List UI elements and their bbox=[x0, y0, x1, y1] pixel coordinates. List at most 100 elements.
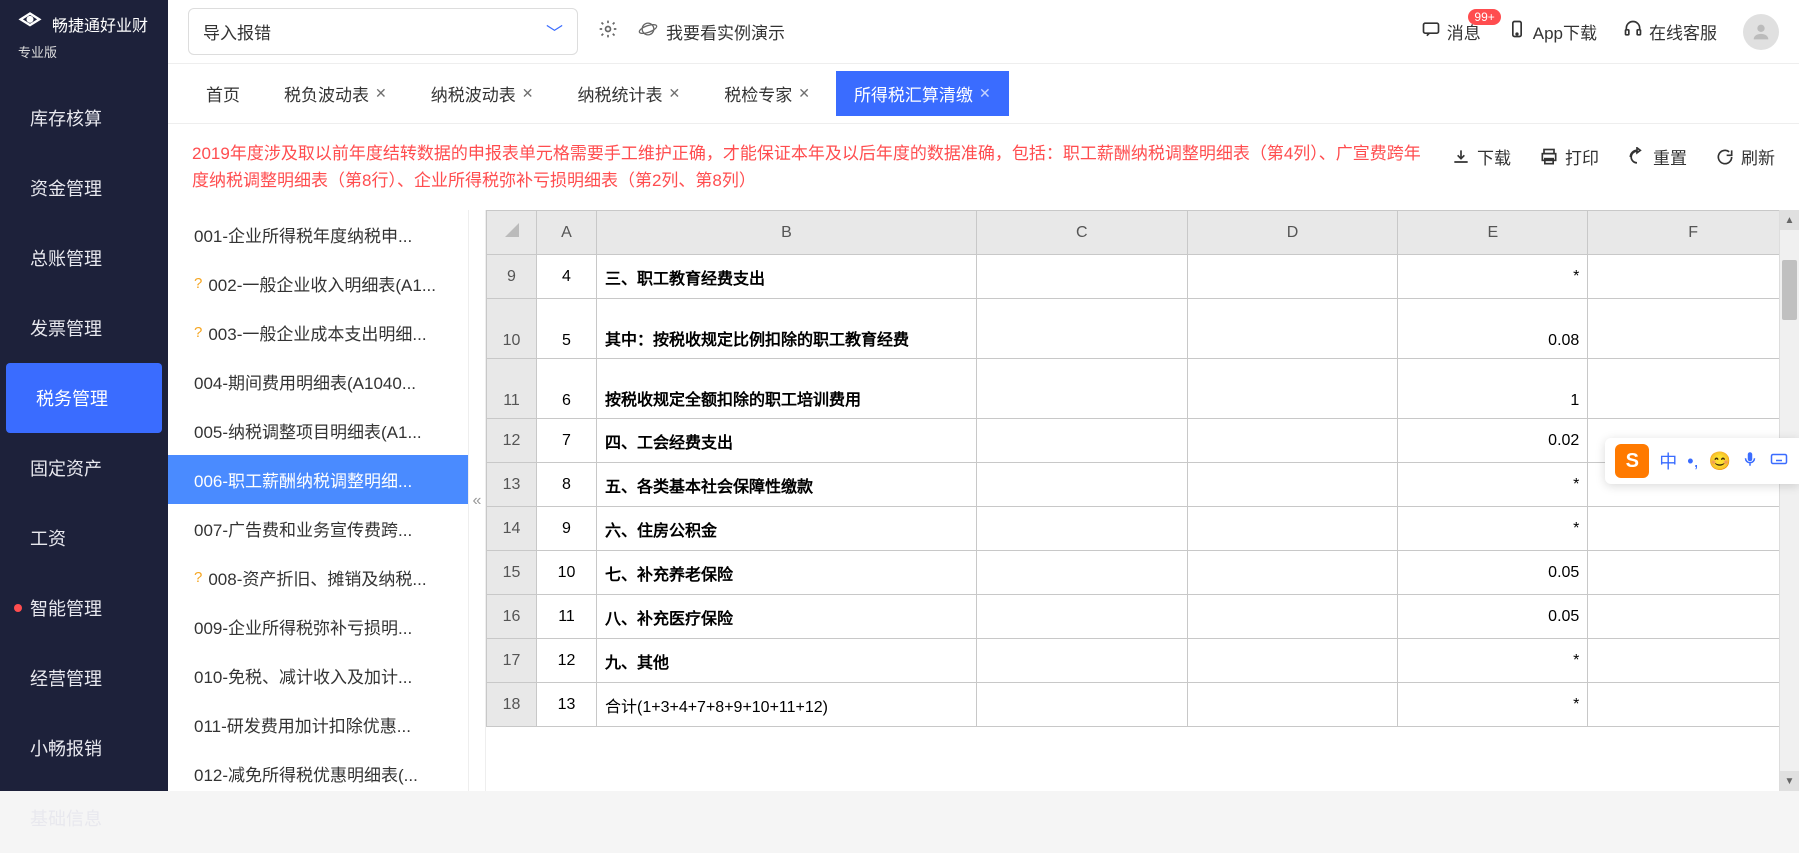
nav-item-3[interactable]: 发票管理 bbox=[0, 293, 168, 363]
cell[interactable] bbox=[977, 419, 1188, 463]
app-download-button[interactable]: App下载 bbox=[1507, 19, 1597, 44]
row-header[interactable]: 15 bbox=[487, 551, 537, 595]
cell[interactable] bbox=[977, 683, 1188, 727]
tab-0[interactable]: 首页 bbox=[188, 71, 258, 116]
reset-button[interactable]: 重置 bbox=[1627, 144, 1687, 169]
cell[interactable] bbox=[1187, 359, 1398, 419]
cell[interactable]: * bbox=[1398, 683, 1588, 727]
nav-item-5[interactable]: 固定资产 bbox=[0, 433, 168, 503]
cell[interactable]: 7 bbox=[537, 419, 597, 463]
scroll-thumb[interactable] bbox=[1782, 260, 1797, 320]
report-item-11[interactable]: 012-减免所得税优惠明细表(... bbox=[168, 749, 468, 791]
cell[interactable]: 8 bbox=[537, 463, 597, 507]
chevron-down-icon[interactable]: ﹀ bbox=[546, 19, 563, 44]
scroll-down-icon[interactable]: ▼ bbox=[1780, 771, 1799, 791]
cell[interactable] bbox=[977, 507, 1188, 551]
cell[interactable] bbox=[1187, 639, 1398, 683]
ime-keyboard-icon[interactable] bbox=[1769, 450, 1789, 473]
nav-item-7[interactable]: 智能管理 bbox=[0, 573, 168, 643]
col-header-A[interactable]: A bbox=[537, 211, 597, 255]
tab-close-icon[interactable]: ✕ bbox=[668, 85, 680, 102]
ime-punct-icon[interactable]: •, bbox=[1687, 451, 1698, 472]
cell[interactable]: 八、补充医疗保险 bbox=[597, 595, 977, 639]
cell[interactable]: 按税收规定全额扣除的职工培训费用 bbox=[597, 359, 977, 419]
messages-button[interactable]: 消息 99+ bbox=[1421, 19, 1481, 44]
report-item-8[interactable]: 009-企业所得税弥补亏损明... bbox=[168, 602, 468, 651]
demo-link[interactable]: 我要看实例演示 bbox=[638, 19, 785, 44]
cell[interactable] bbox=[1588, 255, 1799, 299]
tab-close-icon[interactable]: ✕ bbox=[798, 85, 810, 102]
cell[interactable] bbox=[977, 595, 1188, 639]
report-item-9[interactable]: 010-免税、减计收入及加计... bbox=[168, 651, 468, 700]
row-header[interactable]: 12 bbox=[487, 419, 537, 463]
cell[interactable]: * bbox=[1398, 255, 1588, 299]
cell[interactable] bbox=[977, 551, 1188, 595]
download-button[interactable]: 下载 bbox=[1451, 144, 1511, 169]
tab-close-icon[interactable]: ✕ bbox=[979, 85, 991, 102]
nav-item-9[interactable]: 小畅报销 bbox=[0, 713, 168, 783]
report-item-3[interactable]: 004-期间费用明细表(A1040... bbox=[168, 357, 468, 406]
customer-service-button[interactable]: 在线客服 bbox=[1623, 19, 1717, 44]
cell[interactable] bbox=[1588, 507, 1799, 551]
cell[interactable]: 九、其他 bbox=[597, 639, 977, 683]
cell[interactable]: 6 bbox=[537, 359, 597, 419]
spreadsheet[interactable]: ABCDEF94三、职工教育经费支出*105其中：按税收规定比例扣除的职工教育经… bbox=[486, 210, 1799, 791]
print-button[interactable]: 打印 bbox=[1539, 144, 1599, 169]
cell[interactable]: 10 bbox=[537, 551, 597, 595]
cell[interactable] bbox=[1187, 463, 1398, 507]
cell[interactable] bbox=[1187, 299, 1398, 359]
cell[interactable] bbox=[1588, 299, 1799, 359]
cell[interactable] bbox=[1187, 551, 1398, 595]
cell[interactable]: 四、工会经费支出 bbox=[597, 419, 977, 463]
cell[interactable]: 11 bbox=[537, 595, 597, 639]
cell[interactable]: 0.02 bbox=[1398, 419, 1588, 463]
cell[interactable] bbox=[1588, 639, 1799, 683]
cell[interactable]: * bbox=[1398, 507, 1588, 551]
collapse-handle-icon[interactable]: « bbox=[468, 210, 486, 791]
scroll-up-icon[interactable]: ▲ bbox=[1780, 210, 1799, 230]
report-item-0[interactable]: 001-企业所得税年度纳税申... bbox=[168, 210, 468, 259]
tab-5[interactable]: 所得税汇算清缴✕ bbox=[836, 71, 1009, 116]
nav-item-8[interactable]: 经营管理 bbox=[0, 643, 168, 713]
cell[interactable] bbox=[1187, 507, 1398, 551]
cell[interactable] bbox=[1187, 683, 1398, 727]
search-input[interactable]: 导入报错 ﹀ bbox=[188, 8, 578, 55]
col-header-E[interactable]: E bbox=[1398, 211, 1588, 255]
cell[interactable]: 1 bbox=[1398, 359, 1588, 419]
cell[interactable]: 三、职工教育经费支出 bbox=[597, 255, 977, 299]
cell[interactable] bbox=[1187, 255, 1398, 299]
cell[interactable]: 0.08 bbox=[1398, 299, 1588, 359]
col-header-B[interactable]: B bbox=[597, 211, 977, 255]
nav-item-2[interactable]: 总账管理 bbox=[0, 223, 168, 293]
row-header[interactable]: 14 bbox=[487, 507, 537, 551]
cell[interactable]: 合计(1+3+4+7+8+9+10+11+12) bbox=[597, 683, 977, 727]
cell[interactable]: 其中：按税收规定比例扣除的职工教育经费 bbox=[597, 299, 977, 359]
tab-4[interactable]: 税检专家✕ bbox=[706, 71, 828, 116]
cell[interactable] bbox=[1588, 551, 1799, 595]
cell[interactable] bbox=[1187, 419, 1398, 463]
ime-voice-icon[interactable] bbox=[1741, 450, 1759, 473]
cell[interactable] bbox=[977, 463, 1188, 507]
ime-emoji-icon[interactable]: 😊 bbox=[1709, 451, 1731, 472]
sheet-corner[interactable] bbox=[487, 211, 537, 255]
tab-1[interactable]: 税负波动表✕ bbox=[266, 71, 405, 116]
nav-item-10[interactable]: 基础信息 bbox=[0, 783, 168, 853]
tab-2[interactable]: 纳税波动表✕ bbox=[413, 71, 552, 116]
nav-item-4[interactable]: 税务管理 bbox=[6, 363, 162, 433]
report-item-10[interactable]: 011-研发费用加计扣除优惠... bbox=[168, 700, 468, 749]
tab-close-icon[interactable]: ✕ bbox=[375, 85, 387, 102]
cell[interactable]: * bbox=[1398, 463, 1588, 507]
cell[interactable]: 9 bbox=[537, 507, 597, 551]
avatar[interactable] bbox=[1743, 14, 1779, 50]
cell[interactable] bbox=[1588, 683, 1799, 727]
cell[interactable]: 4 bbox=[537, 255, 597, 299]
ime-lang[interactable]: 中 bbox=[1659, 448, 1677, 474]
refresh-button[interactable]: 刷新 bbox=[1715, 144, 1775, 169]
cell[interactable] bbox=[977, 639, 1188, 683]
report-item-4[interactable]: 005-纳税调整项目明细表(A1... bbox=[168, 406, 468, 455]
col-header-C[interactable]: C bbox=[977, 211, 1188, 255]
row-header[interactable]: 13 bbox=[487, 463, 537, 507]
cell[interactable] bbox=[1588, 595, 1799, 639]
report-item-7[interactable]: ?008-资产折旧、摊销及纳税... bbox=[168, 553, 468, 602]
row-header[interactable]: 16 bbox=[487, 595, 537, 639]
